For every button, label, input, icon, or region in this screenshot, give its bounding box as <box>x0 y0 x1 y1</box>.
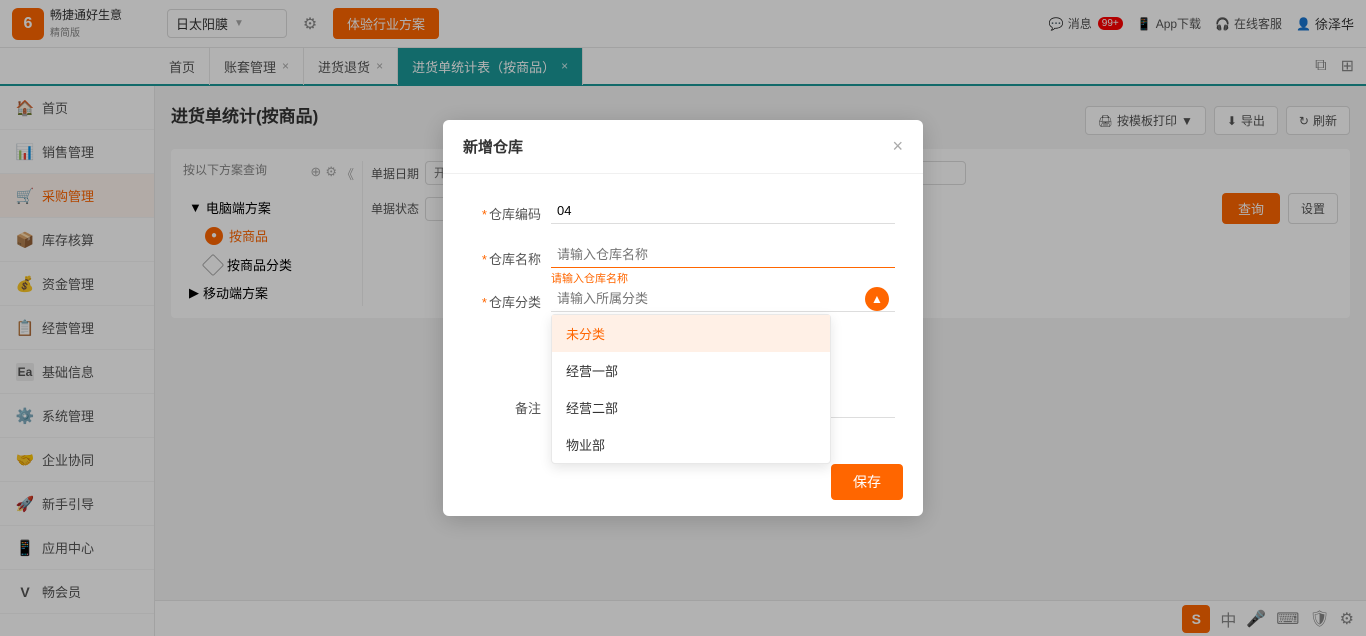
name-error-message: 请输入仓库名称 <box>551 270 628 286</box>
name-label: *仓库名称 <box>471 243 551 268</box>
dropdown-item-dept3[interactable]: 物业部 <box>552 426 830 463</box>
dropdown-item-uncategorized[interactable]: 未分类 <box>552 315 830 352</box>
dropdown-item-dept1[interactable]: 经营一部 <box>552 352 830 389</box>
modal-body: *仓库编码 *仓库名称 请输入仓库名称 *仓库分类 <box>443 174 923 452</box>
note-label: 备注 <box>471 392 551 417</box>
form-row-code: *仓库编码 <box>471 198 895 224</box>
name-input[interactable] <box>551 242 895 268</box>
category-wrapper: ▲ 未分类 经营一部 经营二部 物业部 <box>551 286 895 312</box>
new-warehouse-modal: 新增仓库 × *仓库编码 *仓库名称 请输入仓库名称 <box>443 120 923 516</box>
code-input[interactable] <box>551 198 895 224</box>
category-up-button[interactable]: ▲ <box>865 287 889 311</box>
modal-header: 新增仓库 × <box>443 120 923 174</box>
modal-title: 新增仓库 <box>463 136 523 157</box>
category-label: *仓库分类 <box>471 286 551 311</box>
form-row-name: *仓库名称 请输入仓库名称 <box>471 242 895 268</box>
save-button[interactable]: 保存 <box>831 464 903 500</box>
category-dropdown: 未分类 经营一部 经营二部 物业部 <box>551 314 831 464</box>
modal-close-button[interactable]: × <box>892 136 903 157</box>
dropdown-item-dept2[interactable]: 经营二部 <box>552 389 830 426</box>
category-input[interactable] <box>551 286 895 312</box>
code-label: *仓库编码 <box>471 198 551 223</box>
modal-overlay: 新增仓库 × *仓库编码 *仓库名称 请输入仓库名称 <box>0 0 1366 636</box>
form-row-category: *仓库分类 ▲ 未分类 经营一部 经营二部 物业部 <box>471 286 895 312</box>
